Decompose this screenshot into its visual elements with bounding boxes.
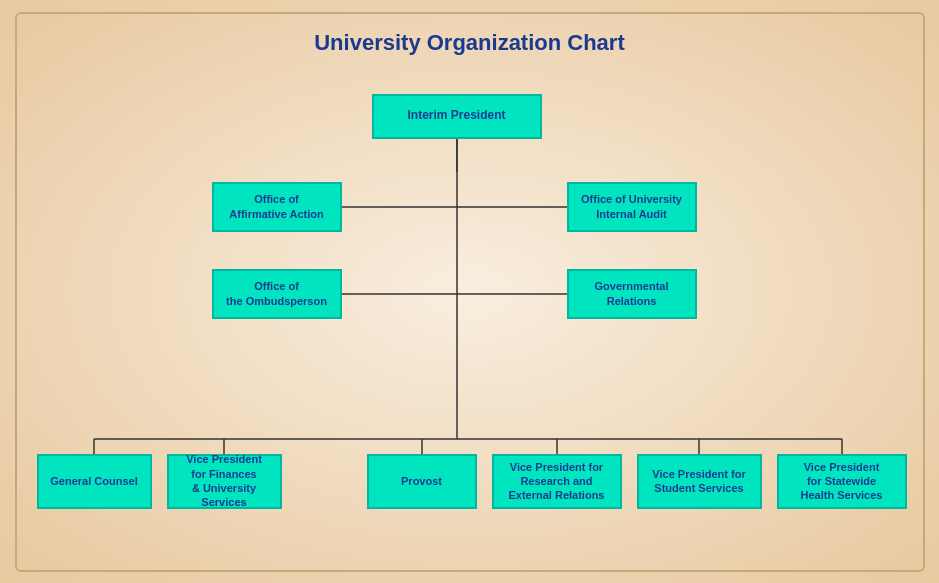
node-office-internal-audit: Office of UniversityInternal Audit [567,182,697,232]
node-vp-research: Vice President forResearch andExternal R… [492,454,622,509]
node-vp-statewide: Vice Presidentfor StatewideHealth Servic… [777,454,907,509]
node-office-affirmative-action: Office ofAffirmative Action [212,182,342,232]
node-vp-student-services: Vice President forStudent Services [637,454,762,509]
org-chart: Interim President Office ofAffirmative A… [27,64,913,555]
node-vp-finances: Vice Presidentfor Finances& University S… [167,454,282,509]
node-provost: Provost [367,454,477,509]
chart-container: University Organization Chart [15,12,925,572]
node-general-counsel: General Counsel [37,454,152,509]
node-governmental-relations: GovernmentalRelations [567,269,697,319]
node-interim-president: Interim President [372,94,542,139]
node-office-ombudsperson: Office ofthe Ombudsperson [212,269,342,319]
chart-title: University Organization Chart [27,24,913,56]
